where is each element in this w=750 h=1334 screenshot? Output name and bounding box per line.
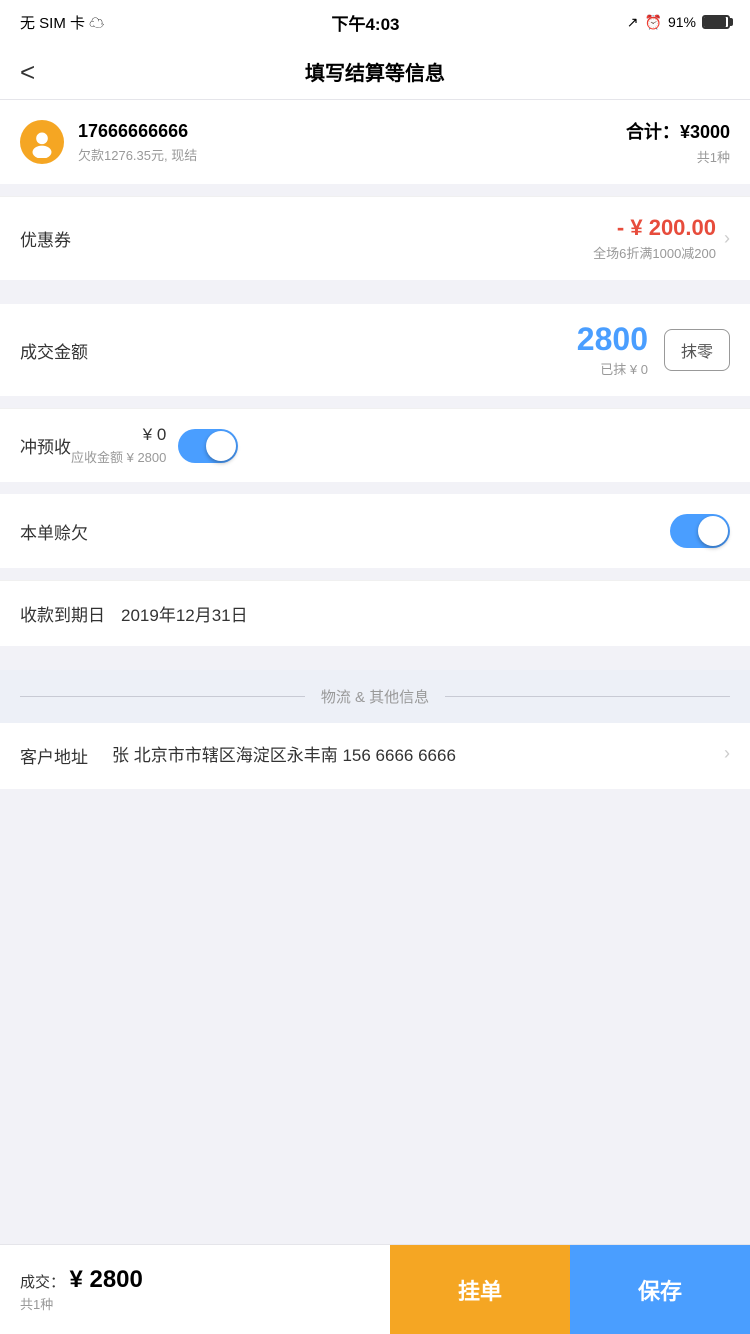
status-time: 下午4:03 [331, 10, 399, 35]
save-button[interactable]: 保存 [570, 1245, 750, 1334]
transaction-row: 成交金额 2800 已抹 ¥ 0 抹零 [0, 304, 750, 396]
customer-sub: 欠款1276.35元, 现结 [78, 145, 626, 164]
prepayment-right: ¥ 0 应收金额 ¥ 2800 [71, 425, 238, 466]
logistics-header: 物流 & 其他信息 [0, 670, 750, 723]
transaction-label: 成交金额 [20, 338, 88, 363]
prepayment-sub: 应收金额 ¥ 2800 [71, 447, 166, 466]
debit-label: 本单赊欠 [20, 519, 670, 544]
bottom-count: 共1种 [20, 1294, 370, 1313]
divider-1 [0, 292, 750, 304]
status-left: 无 SIM 卡 ☁ [20, 12, 104, 33]
bottom-transaction-line: 成交： ¥ 2800 [20, 1266, 370, 1294]
prepayment-value-group: ¥ 0 应收金额 ¥ 2800 [71, 425, 166, 466]
main-content: 17666666666 欠款1276.35元, 现结 合计：¥3000 共1种 … [0, 100, 750, 1091]
order-summary: 合计：¥3000 共1种 [626, 118, 730, 166]
location-icon: ↗ [627, 14, 639, 31]
back-button[interactable]: < [20, 59, 35, 85]
divider-2 [0, 482, 750, 494]
transaction-value-group: 2800 已抹 ¥ 0 [577, 322, 648, 378]
coupon-row[interactable]: 优惠券 - ¥ 200.00 全场6折满1000减200 › [0, 196, 750, 280]
divider-3 [0, 658, 750, 670]
customer-phone: 17666666666 [78, 121, 626, 142]
prepayment-toggle[interactable] [178, 429, 238, 463]
date-label: 收款到期日 [20, 601, 105, 626]
pending-button[interactable]: 挂单 [390, 1245, 570, 1334]
order-total: 合计：¥3000 [626, 118, 730, 144]
nav-bar: < 填写结算等信息 [0, 44, 750, 100]
prepayment-label: 冲预收 [20, 433, 71, 458]
debit-toggle[interactable] [670, 514, 730, 548]
address-chevron-icon: › [724, 743, 730, 764]
customer-info: 17666666666 欠款1276.35元, 现结 [78, 121, 626, 164]
alarm-icon: ⏰ [645, 14, 662, 31]
page-title: 填写结算等信息 [305, 57, 445, 86]
toggle-knob [206, 431, 236, 461]
status-right: ↗ ⏰ 91% [627, 14, 730, 31]
avatar [20, 120, 64, 164]
coupon-chevron-icon: › [724, 228, 730, 249]
coupon-label: 优惠券 [20, 226, 71, 251]
order-count: 共1种 [626, 147, 730, 166]
header-line-left [20, 696, 305, 697]
date-value: 2019年12月31日 [121, 601, 248, 626]
address-value: 张 北京市市辖区海淀区永丰南 156 6666 6666 [112, 746, 456, 765]
battery-icon [702, 15, 730, 29]
debit-row: 本单赊欠 [0, 494, 750, 568]
bottom-summary: 成交： ¥ 2800 共1种 [0, 1266, 390, 1313]
address-row[interactable]: 客户地址 张 北京市市辖区海淀区永丰南 156 6666 6666 › [0, 723, 750, 789]
no-sim-label: 无 SIM 卡 ☁ [20, 12, 104, 33]
header-line-right [445, 696, 730, 697]
prepayment-value: ¥ 0 [143, 425, 167, 445]
address-content: 张 北京市市辖区海淀区永丰南 156 6666 6666 [112, 743, 716, 769]
customer-row: 17666666666 欠款1276.35元, 现结 合计：¥3000 共1种 [0, 100, 750, 184]
coupon-amount: - ¥ 200.00 [617, 215, 716, 241]
battery-label: 91% [668, 14, 696, 30]
coupon-right: - ¥ 200.00 全场6折满1000减200 [71, 215, 716, 262]
debit-toggle-knob [698, 516, 728, 546]
address-label: 客户地址 [20, 743, 88, 768]
status-bar: 无 SIM 卡 ☁ 下午4:03 ↗ ⏰ 91% [0, 0, 750, 44]
bottom-transaction-label: 成交： [20, 1274, 65, 1291]
bottom-amount: ¥ 2800 [69, 1266, 142, 1293]
transaction-right: 2800 已抹 ¥ 0 抹零 [88, 322, 730, 378]
coupon-desc: 全场6折满1000减200 [593, 243, 716, 262]
transaction-sub: 已抹 ¥ 0 [600, 359, 648, 378]
transaction-amount: 2800 [577, 322, 648, 357]
date-row: 收款到期日 2019年12月31日 [0, 580, 750, 646]
logistics-section-text: 物流 & 其他信息 [305, 686, 445, 707]
bottom-spacer [0, 801, 750, 1001]
prepayment-row: 冲预收 ¥ 0 应收金额 ¥ 2800 [0, 408, 750, 482]
round-button[interactable]: 抹零 [664, 329, 730, 371]
bottom-bar: 成交： ¥ 2800 共1种 挂单 保存 [0, 1244, 750, 1334]
